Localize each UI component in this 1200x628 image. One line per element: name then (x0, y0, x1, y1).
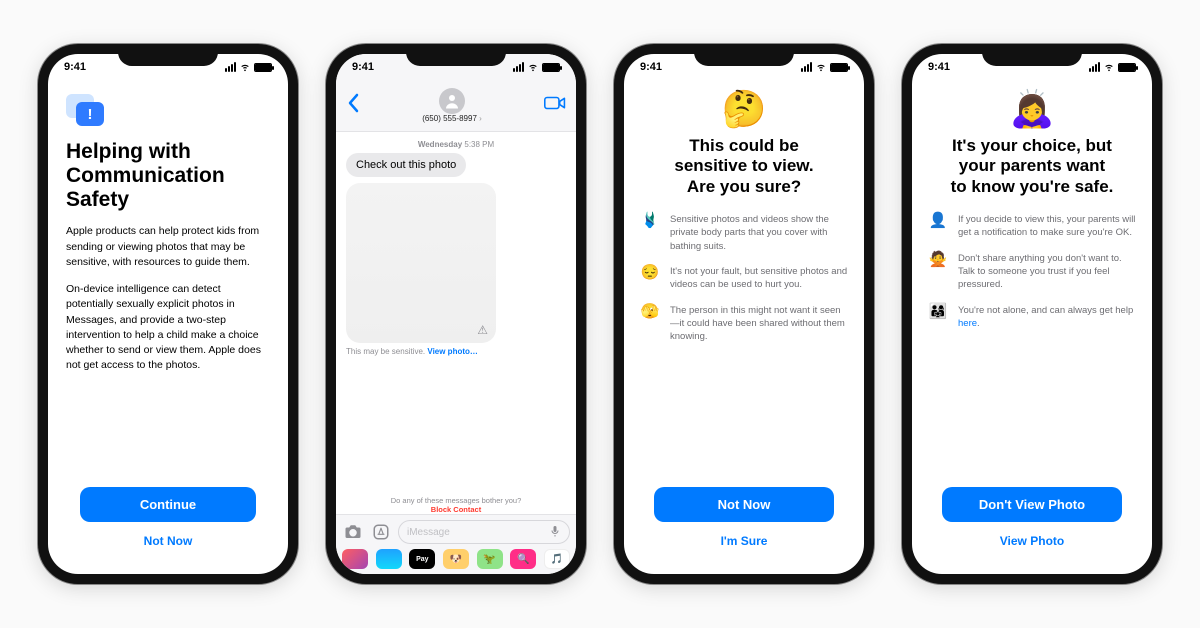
warning-icon: ⚠︎ (477, 323, 488, 337)
battery-icon (1118, 63, 1136, 72)
bullet-2: 😔It's not your fault, but sensitive phot… (640, 265, 848, 292)
status-time: 9:41 (352, 61, 374, 73)
message-placeholder: iMessage (407, 527, 450, 538)
peek-icon: 🫣 (640, 304, 660, 319)
wifi-icon (1103, 62, 1115, 72)
screen-warn-1: 9:41 🤔 This could be sensitive to view. … (624, 54, 864, 574)
camera-icon[interactable] (342, 521, 364, 543)
signal-icon (225, 62, 236, 72)
appstore-icon[interactable] (370, 521, 392, 543)
phone-messages: 9:41 (650) 555-8997 Wednesday 5:38 P (326, 44, 586, 584)
battery-icon (830, 63, 848, 72)
signal-icon (801, 62, 812, 72)
app-applepay[interactable]: Pay (409, 549, 435, 569)
mic-icon[interactable] (549, 525, 561, 540)
blurred-image-bubble[interactable]: ⚠︎ (346, 183, 496, 343)
status-right (513, 62, 560, 72)
parent-icon: 👤 (928, 213, 948, 228)
intro-title: Helping with Communication Safety (66, 140, 270, 212)
communication-safety-icon: ! (66, 94, 108, 132)
sensitive-caption: This may be sensitive. View photo… (346, 347, 566, 356)
bullet-3: 👨‍👩‍👧You're not alone, and can always ge… (928, 304, 1136, 331)
bullet-3: 🫣The person in this might not want it se… (640, 304, 848, 344)
phone-warn-2: 9:41 🙇‍♀️ It's your choice, but your par… (902, 44, 1162, 584)
notch (406, 44, 506, 66)
intro-paragraph-1: Apple products can help protect kids fro… (66, 224, 270, 270)
screen-messages: 9:41 (650) 555-8997 Wednesday 5:38 P (336, 54, 576, 574)
screen-warn-2: 9:41 🙇‍♀️ It's your choice, but your par… (912, 54, 1152, 574)
contact-number: (650) 555-8997 (422, 114, 482, 123)
swimsuit-icon: 🩱 (640, 213, 660, 228)
app-photos[interactable] (342, 549, 368, 569)
app-memoji-2[interactable]: 🦖 (477, 549, 503, 569)
status-time: 9:41 (928, 61, 950, 73)
contact-header[interactable]: (650) 555-8997 (422, 88, 482, 123)
thinking-emoji-icon: 🤔 (640, 88, 848, 130)
bullet-2: 🙅Don't share anything you don't want to.… (928, 252, 1136, 292)
notch (982, 44, 1082, 66)
battery-icon (542, 63, 560, 72)
warn2-title: It's your choice, but your parents want … (928, 136, 1136, 197)
message-input[interactable]: iMessage (398, 520, 570, 544)
screen-intro: 9:41 ! Helping with Communication Safety… (48, 54, 288, 574)
compose-bar: iMessage Pay 🐶 🦖 🔍 🎵 (336, 514, 576, 574)
warn1-title: This could be sensitive to view. Are you… (640, 136, 848, 197)
app-memoji-1[interactable]: 🐶 (443, 549, 469, 569)
notch (694, 44, 794, 66)
app-strip: Pay 🐶 🦖 🔍 🎵 (342, 549, 570, 569)
block-prompt: Do any of these messages bother you? Blo… (346, 496, 566, 514)
messages-navbar: (650) 555-8997 (336, 80, 576, 132)
bullet-1: 🩱Sensitive photos and videos show the pr… (640, 213, 848, 253)
dont-view-button[interactable]: Don't View Photo (942, 487, 1122, 522)
help-link[interactable]: here (958, 318, 977, 329)
status-time: 9:41 (64, 61, 86, 73)
battery-icon (254, 63, 272, 72)
im-sure-button[interactable]: I'm Sure (654, 524, 834, 558)
view-photo-button[interactable]: View Photo (942, 524, 1122, 558)
bullet-1: 👤If you decide to view this, your parent… (928, 213, 1136, 240)
sad-icon: 😔 (640, 265, 660, 280)
app-appstore[interactable] (376, 549, 402, 569)
not-now-button[interactable]: Not Now (654, 487, 834, 522)
block-contact-link[interactable]: Block Contact (346, 505, 566, 514)
not-now-button[interactable]: Not Now (80, 524, 256, 558)
warn2-body: 🙇‍♀️ It's your choice, but your parents … (912, 80, 1152, 574)
facetime-button[interactable] (544, 95, 566, 116)
notch (118, 44, 218, 66)
back-button[interactable] (346, 93, 360, 118)
message-thread[interactable]: Wednesday 5:38 PM Check out this photo ⚠… (336, 132, 576, 514)
status-time: 9:41 (640, 61, 662, 73)
phone-warn-1: 9:41 🤔 This could be sensitive to view. … (614, 44, 874, 584)
wifi-icon (815, 62, 827, 72)
family-icon: 👨‍👩‍👧 (928, 304, 948, 319)
avatar-icon (439, 88, 465, 114)
warn1-body: 🤔 This could be sensitive to view. Are y… (624, 80, 864, 574)
intro-paragraph-2: On-device intelligence can detect potent… (66, 282, 270, 373)
phone-intro: 9:41 ! Helping with Communication Safety… (38, 44, 298, 584)
intro-body: ! Helping with Communication Safety Appl… (48, 80, 288, 574)
bow-emoji-icon: 🙇‍♀️ (928, 88, 1136, 130)
signal-icon (513, 62, 524, 72)
wifi-icon (239, 62, 251, 72)
wifi-icon (527, 62, 539, 72)
app-search[interactable]: 🔍 (510, 549, 536, 569)
continue-button[interactable]: Continue (80, 487, 256, 522)
timestamp: Wednesday 5:38 PM (346, 140, 566, 149)
incoming-bubble[interactable]: Check out this photo (346, 153, 466, 177)
app-music[interactable]: 🎵 (544, 549, 570, 569)
no-icon: 🙅 (928, 252, 948, 267)
status-right (225, 62, 272, 72)
view-photo-link[interactable]: View photo… (427, 347, 478, 356)
signal-icon (1089, 62, 1100, 72)
